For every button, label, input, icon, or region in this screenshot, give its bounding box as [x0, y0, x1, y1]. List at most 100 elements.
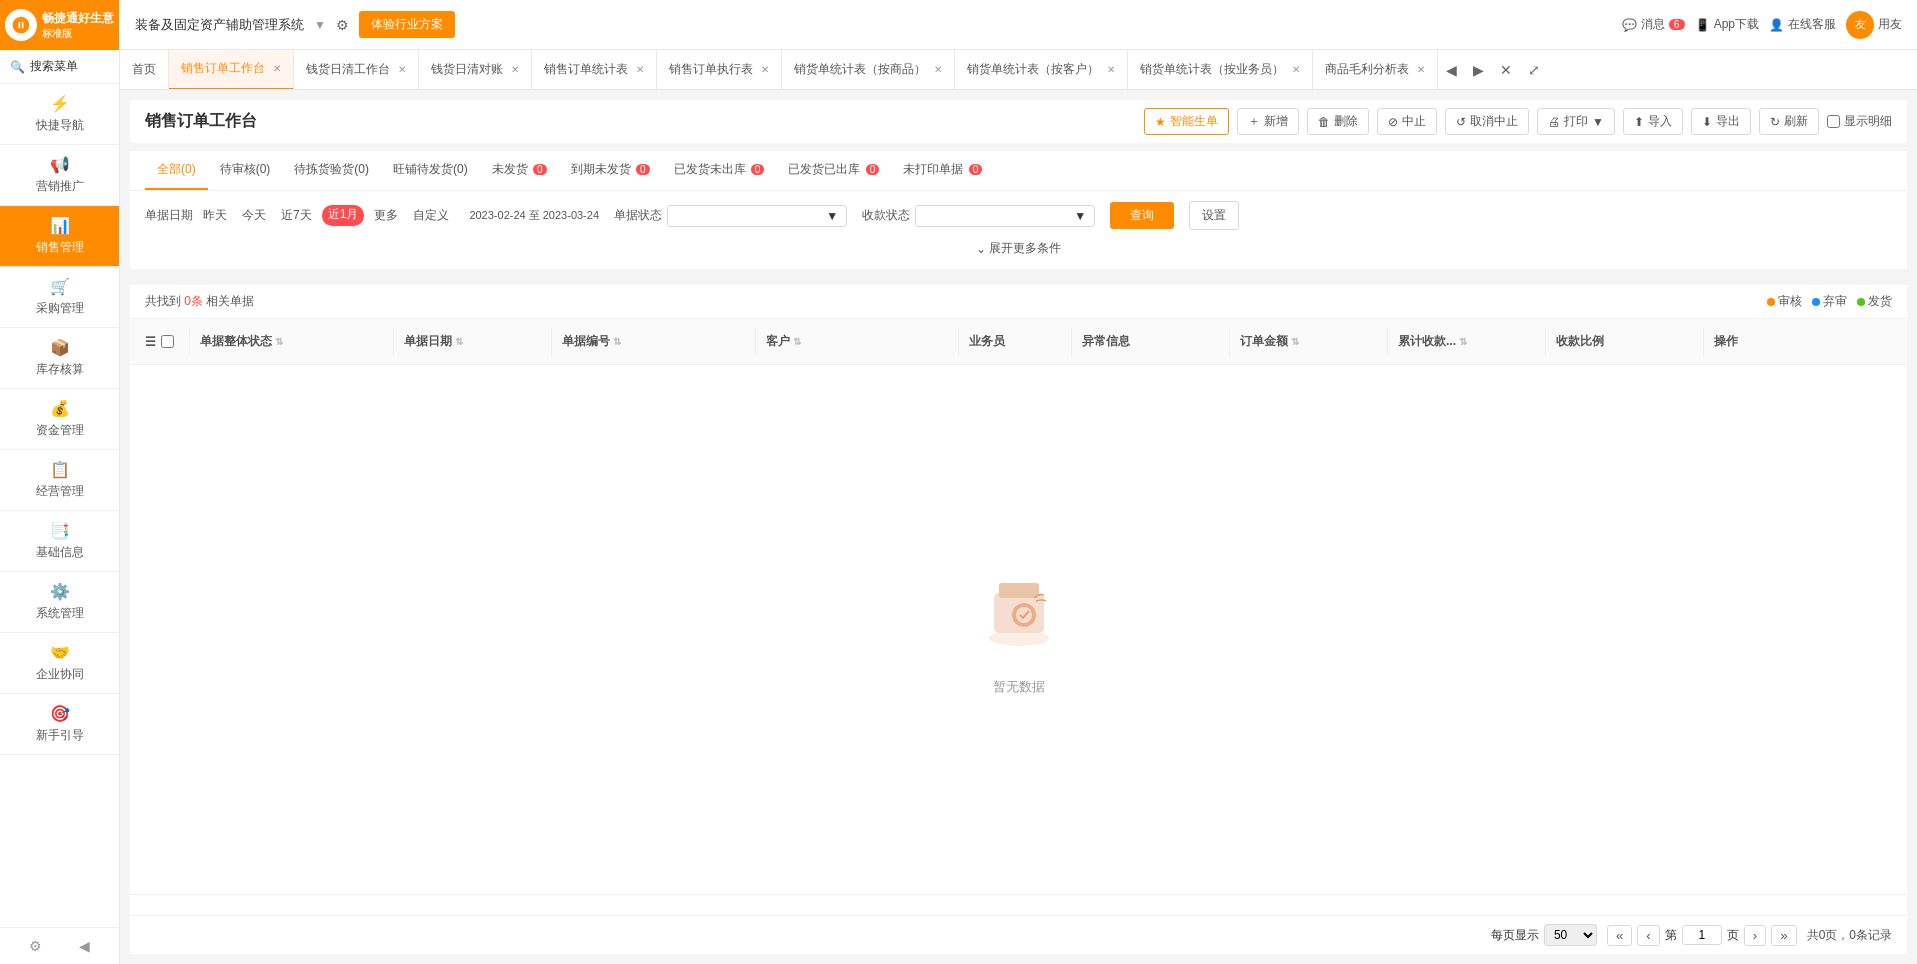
- sidebar-item-quick-nav[interactable]: ⚡ 快捷导航: [0, 84, 119, 145]
- filter-tab-not-shipped[interactable]: 未发货 0: [480, 151, 559, 190]
- status-select[interactable]: ▼: [667, 205, 847, 227]
- sidebar-item-finance[interactable]: 💰 资金管理: [0, 389, 119, 450]
- date-opt-more[interactable]: 更多: [369, 205, 403, 226]
- th-date[interactable]: 单据日期 ⇅: [394, 327, 552, 356]
- sidebar-collapse-btn[interactable]: ◀: [79, 938, 90, 954]
- prev-page-btn[interactable]: ‹: [1637, 925, 1659, 946]
- tab-nav-expand[interactable]: ⤢: [1520, 62, 1548, 78]
- tab-sales-order-workbench[interactable]: 销售订单工作台 ✕: [169, 50, 294, 90]
- tab-close-cash-daily[interactable]: ✕: [398, 64, 406, 75]
- date-opt-today[interactable]: 今天: [237, 205, 271, 226]
- horizontal-scrollbar[interactable]: [130, 894, 1907, 915]
- tab-close-sales[interactable]: ✕: [273, 63, 281, 74]
- import-btn[interactable]: ⬆ 导入: [1623, 108, 1683, 135]
- select-all-checkbox[interactable]: [161, 335, 174, 348]
- first-page-btn[interactable]: «: [1607, 925, 1632, 946]
- industry-btn[interactable]: 体验行业方案: [359, 11, 455, 38]
- page-input[interactable]: [1682, 925, 1722, 945]
- app-download-btn[interactable]: 📱 App下载: [1695, 16, 1759, 33]
- sidebar-item-search[interactable]: 🔍 搜索菜单: [0, 50, 119, 84]
- filter-tab-pending-inspect[interactable]: 待拣货验货(0): [282, 151, 381, 190]
- filter-tab-wangpu[interactable]: 旺铺待发货(0): [381, 151, 480, 190]
- tab-close-product-margin[interactable]: ✕: [1417, 64, 1425, 75]
- review-action-btn[interactable]: 审核: [1767, 293, 1802, 310]
- filter-tab-shipped-out[interactable]: 已发货已出库 0: [776, 151, 891, 190]
- sidebar-item-system[interactable]: ⚙️ 系统管理: [0, 572, 119, 633]
- sidebar-item-inventory[interactable]: 📦 库存核算: [0, 328, 119, 389]
- sidebar-item-base-info[interactable]: 📑 基础信息: [0, 511, 119, 572]
- sort-no-icon[interactable]: ⇅: [613, 336, 621, 347]
- sort-date-icon[interactable]: ⇅: [455, 336, 463, 347]
- tab-close-sales-exec[interactable]: ✕: [761, 64, 769, 75]
- filter-tab-shipped-not-out[interactable]: 已发货未出库 0: [662, 151, 777, 190]
- filter-tab-overdue[interactable]: 到期未发货 0: [559, 151, 662, 190]
- tab-sales-summary-staff[interactable]: 销货单统计表（按业务员） ✕: [1128, 50, 1313, 90]
- sort-customer-icon[interactable]: ⇅: [793, 336, 801, 347]
- tab-sales-stat[interactable]: 销售订单统计表 ✕: [532, 50, 657, 90]
- message-btn[interactable]: 💬 消息 6: [1622, 16, 1685, 33]
- reject-action-btn[interactable]: 弃审: [1812, 293, 1847, 310]
- th-amount[interactable]: 订单金额 ⇅: [1230, 327, 1388, 356]
- date-opt-1month[interactable]: 近1月: [322, 205, 365, 226]
- date-opt-custom[interactable]: 自定义: [408, 205, 454, 226]
- show-detail-input[interactable]: [1827, 115, 1840, 128]
- user-btn[interactable]: 友 用友: [1846, 11, 1902, 39]
- tab-close-cash-reconcile[interactable]: ✕: [511, 64, 519, 75]
- filter-tab-pending-review[interactable]: 待审核(0): [208, 151, 283, 190]
- th-customer[interactable]: 客户 ⇅: [756, 327, 960, 356]
- refresh-btn[interactable]: ↻ 刷新: [1759, 108, 1819, 135]
- tab-close-sales-summary-product[interactable]: ✕: [934, 64, 942, 75]
- expand-conditions-btn[interactable]: ⌄ 展开更多条件: [968, 238, 1069, 259]
- print-btn[interactable]: 🖨 打印 ▼: [1537, 108, 1615, 135]
- show-detail-checkbox[interactable]: 显示明细: [1827, 113, 1892, 130]
- th-no[interactable]: 单据编号 ⇅: [552, 327, 756, 356]
- tab-sales-summary-product[interactable]: 销货单统计表（按商品） ✕: [782, 50, 955, 90]
- quick-nav-icon: ⚡: [50, 94, 70, 113]
- sidebar-item-operations[interactable]: 📋 经营管理: [0, 450, 119, 511]
- cancel-stop-btn[interactable]: ↺ 取消中止: [1445, 108, 1529, 135]
- th-collected[interactable]: 累计收款... ⇅: [1388, 327, 1546, 356]
- filter-setting-btn[interactable]: 设置: [1189, 201, 1239, 230]
- smart-generate-btn[interactable]: ★ 智能生单: [1144, 108, 1229, 135]
- sidebar-item-enterprise[interactable]: 🤝 企业协同: [0, 633, 119, 694]
- sort-collected-icon[interactable]: ⇅: [1459, 336, 1467, 347]
- sidebar-settings-btn[interactable]: ⚙: [29, 938, 42, 954]
- payment-select[interactable]: ▼: [915, 205, 1095, 227]
- dropdown-arrow-icon[interactable]: ▼: [314, 18, 326, 32]
- tab-nav-next[interactable]: ▶: [1465, 62, 1492, 78]
- tab-cash-reconcile[interactable]: 钱货日清对账 ✕: [419, 50, 532, 90]
- tab-home[interactable]: 首页: [120, 50, 169, 90]
- tab-close-sales-summary-customer[interactable]: ✕: [1107, 64, 1115, 75]
- sidebar-item-sales[interactable]: 📊 销售管理: [0, 206, 119, 267]
- date-opt-yesterday[interactable]: 昨天: [198, 205, 232, 226]
- tab-product-margin[interactable]: 商品毛利分析表 ✕: [1313, 50, 1438, 90]
- tab-cash-daily[interactable]: 钱货日清工作台 ✕: [294, 50, 419, 90]
- system-gear-icon[interactable]: ⚙: [336, 17, 349, 33]
- add-btn[interactable]: ＋ 新增: [1237, 108, 1299, 135]
- delete-btn[interactable]: 🗑 删除: [1307, 108, 1369, 135]
- tab-close-sales-stat[interactable]: ✕: [636, 64, 644, 75]
- filter-tab-all[interactable]: 全部(0): [145, 151, 208, 190]
- ship-action-btn[interactable]: 发货: [1857, 293, 1892, 310]
- tab-nav-prev[interactable]: ◀: [1438, 62, 1465, 78]
- stop-btn[interactable]: ⊘ 中止: [1377, 108, 1437, 135]
- per-page-select[interactable]: 10 20 50 100: [1544, 924, 1597, 946]
- tab-nav-close[interactable]: ✕: [1492, 62, 1520, 78]
- filter-tab-pending-review-label: 待审核(0): [220, 162, 271, 176]
- tab-sales-summary-customer[interactable]: 销货单统计表（按客户） ✕: [955, 50, 1128, 90]
- sort-status-icon[interactable]: ⇅: [275, 336, 283, 347]
- tab-sales-exec[interactable]: 销售订单执行表 ✕: [657, 50, 782, 90]
- filter-tab-not-printed[interactable]: 未打印单据 0: [891, 151, 994, 190]
- sidebar-item-guide[interactable]: 🎯 新手引导: [0, 694, 119, 755]
- online-service-btn[interactable]: 👤 在线客服: [1769, 16, 1836, 33]
- date-opt-7days[interactable]: 近7天: [276, 205, 317, 226]
- th-status[interactable]: 单据整体状态 ⇅: [190, 327, 394, 356]
- query-btn[interactable]: 查询: [1110, 202, 1174, 229]
- sort-amount-icon[interactable]: ⇅: [1291, 336, 1299, 347]
- next-page-btn[interactable]: ›: [1744, 925, 1766, 946]
- sidebar-item-marketing[interactable]: 📢 营销推广: [0, 145, 119, 206]
- sidebar-item-purchase[interactable]: 🛒 采购管理: [0, 267, 119, 328]
- last-page-btn[interactable]: »: [1771, 925, 1796, 946]
- tab-close-sales-summary-staff[interactable]: ✕: [1292, 64, 1300, 75]
- export-btn[interactable]: ⬇ 导出: [1691, 108, 1751, 135]
